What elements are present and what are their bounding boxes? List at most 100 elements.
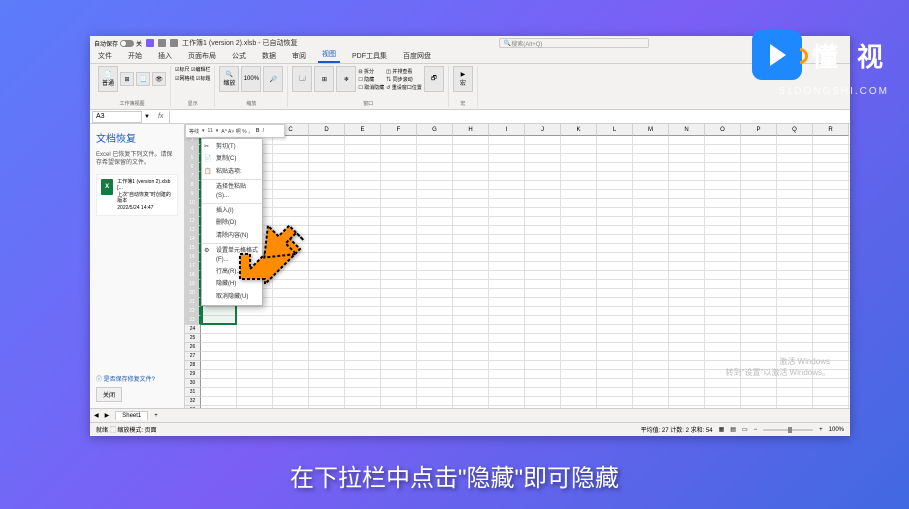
col-header[interactable]: H (453, 124, 489, 136)
menu-item[interactable]: ⚙设置单元格格式(F)... (202, 245, 262, 266)
menu-item[interactable]: ✂剪切(T) (202, 141, 262, 153)
menu-item[interactable]: 选择性粘贴(S)... (202, 181, 262, 202)
row-header[interactable]: 32 (185, 397, 201, 406)
col-header[interactable]: R (813, 124, 849, 136)
view-layout-icon[interactable]: ▤ (730, 426, 736, 433)
switchwindow-button[interactable]: 🗗 (424, 66, 444, 92)
sidebyside-button[interactable]: ◫ 并排查看 (386, 68, 422, 75)
newwindow-button[interactable]: 🗔 (292, 66, 312, 92)
row-header[interactable]: 28 (185, 361, 201, 370)
save-icon[interactable] (146, 39, 154, 47)
row-header[interactable]: 15 (185, 244, 201, 253)
mini-items[interactable]: A^ A˅ 啊 % ， (220, 128, 254, 135)
row-header[interactable]: 6 (185, 163, 201, 172)
hide-button[interactable]: ☐ 隐藏 (358, 76, 384, 83)
row-header[interactable]: 19 (185, 280, 201, 289)
view-normal-icon[interactable]: ▦ (719, 426, 725, 433)
col-header[interactable]: F (381, 124, 417, 136)
row-header[interactable]: 8 (185, 181, 201, 190)
autosave-toggle[interactable]: 自动保存 关 (94, 39, 142, 48)
row-header[interactable]: 21 (185, 298, 201, 307)
row-header[interactable]: 12 (185, 217, 201, 226)
arrange-button[interactable]: ⊞ (314, 66, 334, 92)
freeze-button[interactable]: ❄ (336, 66, 356, 92)
row-header[interactable]: 31 (185, 388, 201, 397)
size-select[interactable]: 11 (207, 128, 214, 134)
row-header[interactable]: 26 (185, 343, 201, 352)
row-header[interactable]: 29 (185, 370, 201, 379)
namebox-dropdown-icon[interactable]: ▼ (142, 114, 152, 120)
col-header[interactable]: P (741, 124, 777, 136)
bold-icon[interactable]: B (255, 128, 261, 134)
row-header[interactable]: 33 (185, 406, 201, 408)
name-box[interactable]: A3 (92, 111, 142, 123)
split-button[interactable]: ⊟ 拆分 (358, 68, 384, 75)
zoom-button[interactable]: 🔍缩放 (219, 66, 239, 92)
col-header[interactable]: Q (777, 124, 813, 136)
redo-icon[interactable] (170, 39, 178, 47)
recovery-close-button[interactable]: 关闭 (96, 387, 122, 402)
row-header[interactable]: 27 (185, 352, 201, 361)
col-header[interactable]: G (417, 124, 453, 136)
tab-home[interactable]: 开始 (124, 49, 146, 63)
row-header[interactable]: 11 (185, 208, 201, 217)
zoom-in-icon[interactable]: + (819, 427, 823, 433)
row-header[interactable]: 10 (185, 199, 201, 208)
formula-input[interactable] (169, 111, 850, 123)
tab-insert[interactable]: 插入 (154, 49, 176, 63)
recovery-link[interactable]: ⓘ 是否保存修复文件? (96, 374, 178, 383)
italic-icon[interactable]: I (262, 128, 265, 134)
row-header[interactable]: 25 (185, 334, 201, 343)
sheet-nav-prev-icon[interactable]: ◀ (94, 412, 99, 419)
mini-toolbar[interactable]: 等线 ▾ 11 ▾ A^ A˅ 啊 % ， B I (185, 124, 285, 138)
tab-layout[interactable]: 页面布局 (184, 49, 220, 63)
row-header[interactable]: 13 (185, 226, 201, 235)
zoom100-button[interactable]: 100% (241, 66, 261, 92)
zoom-level[interactable]: 100% (829, 427, 844, 433)
menu-item[interactable]: 📋粘贴选项: (202, 166, 262, 178)
view-break-icon[interactable]: ▭ (742, 426, 748, 433)
col-header[interactable]: I (489, 124, 525, 136)
col-header[interactable]: E (345, 124, 381, 136)
search-input[interactable]: 🔍 搜索(Alt+Q) (499, 38, 649, 48)
reset-button[interactable]: ↺ 重设窗口位置 (386, 84, 422, 91)
tab-view[interactable]: 视图 (318, 47, 340, 63)
col-header[interactable]: J (525, 124, 561, 136)
ruler-checkbox[interactable]: ☑标尺 ☑编辑栏 (175, 66, 210, 73)
menu-item[interactable]: 清除内容(N) (202, 230, 262, 242)
pagebreak-button[interactable]: ⊞ (120, 72, 134, 86)
fx-label[interactable]: fx (152, 113, 169, 120)
sync-button[interactable]: ⇅ 同步滚动 (386, 76, 422, 83)
normal-view-button[interactable]: 📄普通 (98, 66, 118, 92)
row-header[interactable]: 14 (185, 235, 201, 244)
col-header[interactable]: L (597, 124, 633, 136)
tab-pdf[interactable]: PDF工具集 (348, 49, 391, 63)
zoom-out-icon[interactable]: − (754, 427, 758, 433)
row-header[interactable]: 24 (185, 325, 201, 334)
row-header[interactable]: 20 (185, 289, 201, 298)
macro-button[interactable]: ▶宏 (453, 66, 473, 92)
col-header[interactable]: N (669, 124, 705, 136)
col-header[interactable]: M (633, 124, 669, 136)
pagelayout-button[interactable]: 📃 (136, 72, 150, 86)
undo-icon[interactable] (158, 39, 166, 47)
menu-item[interactable]: 删除(D) (202, 217, 262, 229)
row-header[interactable]: 9 (185, 190, 201, 199)
row-header[interactable]: 18 (185, 271, 201, 280)
recovery-file[interactable]: X 工作簿1 (version 2).xlsb [... 上次"自动恢复"时创建… (96, 174, 178, 217)
row-header[interactable]: 7 (185, 172, 201, 181)
tab-data[interactable]: 数据 (258, 49, 280, 63)
row-header[interactable]: 5 (185, 154, 201, 163)
row-header[interactable]: 4 (185, 145, 201, 154)
tab-formula[interactable]: 公式 (228, 49, 250, 63)
col-header[interactable]: D (309, 124, 345, 136)
menu-item[interactable]: 隐藏(H) (202, 278, 262, 290)
sheet-tab[interactable]: Sheet1 (115, 411, 148, 420)
tab-file[interactable]: 文件 (94, 49, 116, 63)
zoom-slider[interactable] (763, 429, 813, 431)
customview-button[interactable]: 👁 (152, 72, 166, 86)
unhide-button[interactable]: ☐ 取消隐藏 (358, 84, 384, 91)
row-header[interactable]: 30 (185, 379, 201, 388)
font-select[interactable]: 等线 (188, 128, 200, 135)
zoomsel-button[interactable]: 🔎 (263, 66, 283, 92)
